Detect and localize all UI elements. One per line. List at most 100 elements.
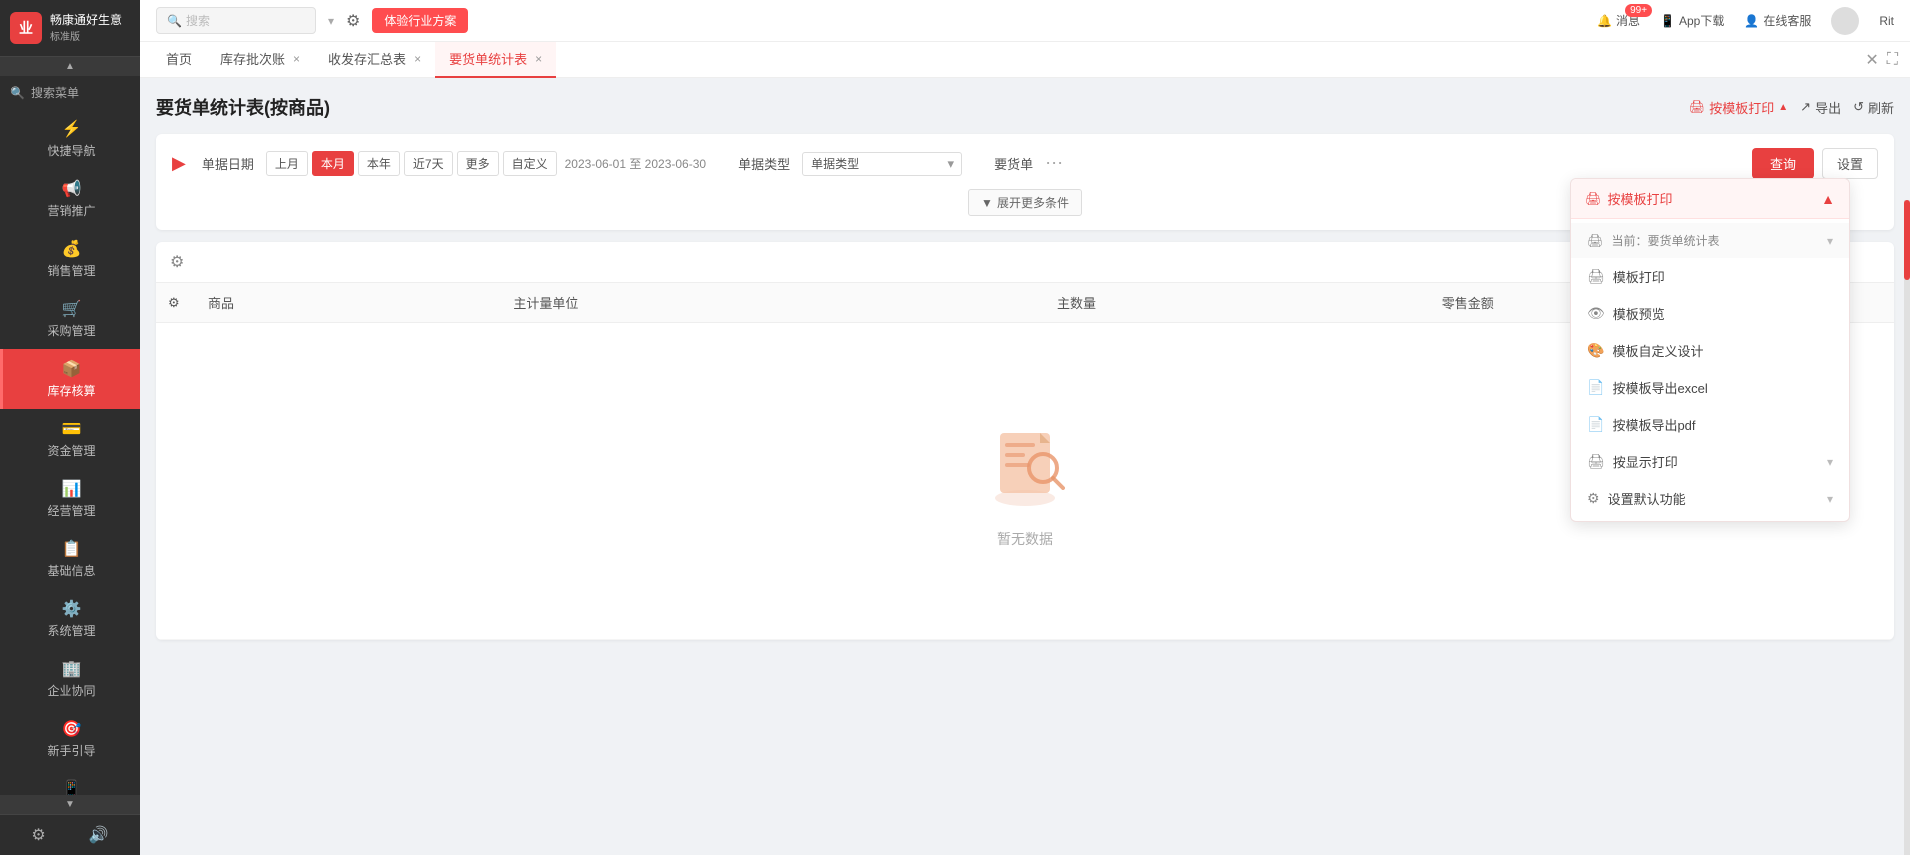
order-type-select[interactable]: 单据类型	[802, 152, 962, 176]
tab-close-order-stats[interactable]: ×	[535, 52, 542, 66]
tab-batch-account[interactable]: 库存批次账 ×	[206, 42, 314, 78]
template-pdf-item[interactable]: 📄 按模板导出pdf	[1571, 406, 1849, 443]
nav-icon-inventory: 📦	[62, 359, 82, 379]
template-preview-item[interactable]: 👁 模板预览	[1571, 295, 1849, 332]
order-goods-label: 要货单	[994, 154, 1033, 173]
sidebar-item-sales[interactable]: 💰 销售管理	[0, 229, 140, 289]
download-icon: 📱	[1660, 14, 1675, 28]
search-icon: 🔍	[10, 86, 25, 100]
topbar: 🔍 搜索 ▾ ⚙ 体验行业方案 🔔 消息 99+ 📱 App下载 👤 在线客服 …	[140, 0, 1910, 42]
nav-icon-system: ⚙️	[62, 599, 82, 619]
tab-home[interactable]: 首页	[152, 42, 206, 78]
user-name: Rit	[1879, 14, 1894, 28]
col-settings[interactable]: ⚙	[156, 283, 196, 323]
topbar-search-box[interactable]: 🔍 搜索	[156, 7, 316, 34]
sidebar-item-inventory[interactable]: 📦 库存核算	[0, 349, 140, 409]
display-print-item[interactable]: 🖨 按显示打印 ▾	[1571, 443, 1849, 480]
print-dropdown-close-button[interactable]: ▲	[1821, 191, 1835, 207]
expand-more-button[interactable]: ▼ 展开更多条件	[968, 189, 1082, 216]
topbar-gear-icon[interactable]: ⚙	[346, 11, 360, 31]
template-custom-icon: 🎨	[1587, 342, 1604, 359]
default-func-icon: ⚙	[1587, 490, 1600, 507]
order-goods-info-icon[interactable]: ⋯	[1045, 153, 1063, 174]
app-logo-icon: 业	[10, 12, 42, 44]
right-scrollbar[interactable]	[1904, 200, 1910, 855]
refresh-button[interactable]: ↺ 刷新	[1853, 98, 1894, 117]
search-icon: 🔍	[167, 14, 182, 28]
refresh-icon: ↺	[1853, 99, 1864, 115]
tab-expand-icon[interactable]: ⛶	[1887, 51, 1898, 69]
filter-expand-icon[interactable]: ▶	[172, 153, 186, 174]
sidebar-scroll-down[interactable]: ▼	[0, 795, 140, 814]
template-custom-item[interactable]: 🎨 模板自定义设计	[1571, 332, 1849, 369]
tab-close-receipt-summary[interactable]: ×	[414, 52, 421, 66]
nav-icon-app-center: 📱	[62, 779, 82, 795]
app-download-button[interactable]: 📱 App下载	[1660, 12, 1724, 29]
date-btn-last-7[interactable]: 近7天	[404, 151, 453, 176]
tab-close-batch-account[interactable]: ×	[293, 52, 300, 66]
tab-receipt-summary[interactable]: 收发存汇总表 ×	[314, 42, 435, 78]
online-service-button[interactable]: 👤 在线客服	[1744, 12, 1811, 29]
printer-header-icon: 🖨	[1585, 191, 1602, 207]
sidebar-item-finance[interactable]: 💳 资金管理	[0, 409, 140, 469]
table-settings-icon[interactable]: ⚙	[170, 252, 184, 272]
print-button[interactable]: 🖨 按模板打印 ▲	[1689, 98, 1788, 117]
sidebar-item-basic-info[interactable]: 📋 基础信息	[0, 529, 140, 589]
print-dropdown-header: 🖨 按模板打印 ▲	[1571, 179, 1849, 219]
sidebar-item-system[interactable]: ⚙️ 系统管理	[0, 589, 140, 649]
page-actions: 🖨 按模板打印 ▲ ↗ 导出 ↺ 刷新	[1689, 98, 1894, 117]
printer-icon: 🖨	[1689, 99, 1706, 115]
sidebar-item-purchase[interactable]: 🛒 采购管理	[0, 289, 140, 349]
date-label: 单据日期	[202, 154, 254, 173]
notifications-button[interactable]: 🔔 消息 99+	[1597, 12, 1640, 29]
date-nav: 上月 本月 本年 近7天 更多 自定义 2023-06-01 至 2023-06…	[266, 151, 706, 176]
sidebar-item-marketing[interactable]: 📢 营销推广	[0, 169, 140, 229]
tab-close-all-icon[interactable]: ✕	[1865, 50, 1878, 70]
sidebar-search-button[interactable]: 🔍 搜索菜单	[0, 76, 140, 109]
current-template-icon: 🖨	[1587, 233, 1604, 249]
template-print-item[interactable]: 🖨 模板打印	[1571, 258, 1849, 295]
default-func-item[interactable]: ⚙ 设置默认功能 ▾	[1571, 480, 1849, 517]
current-template-item[interactable]: 🖨 当前：要货单统计表 ▾	[1571, 223, 1849, 258]
export-button[interactable]: ↗ 导出	[1800, 98, 1841, 117]
page-header: 要货单统计表(按商品) 🖨 按模板打印 ▲ ↗ 导出 ↺ 刷新	[156, 94, 1894, 120]
promo-button[interactable]: 体验行业方案	[372, 8, 468, 33]
date-btn-last-month[interactable]: 上月	[266, 151, 308, 176]
query-button[interactable]: 查询	[1752, 148, 1814, 179]
avatar[interactable]	[1831, 7, 1859, 35]
nav-icon-basic-info: 📋	[62, 539, 82, 559]
sidebar-item-operations[interactable]: 📊 经营管理	[0, 469, 140, 529]
order-type-label: 单据类型	[738, 154, 790, 173]
template-pdf-icon: 📄	[1587, 416, 1604, 433]
settings-button[interactable]: 设置	[1822, 148, 1878, 179]
settings-icon[interactable]: ⚙	[31, 825, 45, 845]
sidebar-item-app-center[interactable]: 📱 应用中心	[0, 769, 140, 795]
date-btn-custom[interactable]: 自定义	[503, 151, 557, 176]
page-content: 要货单统计表(按商品) 🖨 按模板打印 ▲ ↗ 导出 ↺ 刷新	[140, 78, 1910, 855]
tab-order-stats[interactable]: 要货单统计表 ×	[435, 42, 556, 78]
print-dropdown-title: 🖨 按模板打印	[1585, 189, 1673, 208]
search-dropdown-icon[interactable]: ▾	[328, 14, 334, 28]
sidebar-item-quick-nav[interactable]: ⚡ 快捷导航	[0, 109, 140, 169]
export-icon: ↗	[1800, 99, 1811, 115]
sidebar-item-enterprise[interactable]: 🏢 企业协同	[0, 649, 140, 709]
date-btn-more[interactable]: 更多	[457, 151, 499, 176]
volume-icon[interactable]: 🔊	[89, 825, 109, 845]
col-goods: 商品	[196, 283, 501, 323]
tabbar: 首页 库存批次账 × 收发存汇总表 × 要货单统计表 × ✕ ⛶	[140, 42, 1910, 78]
nav-icon-operations: 📊	[62, 479, 82, 499]
template-excel-item[interactable]: 📄 按模板导出excel	[1571, 369, 1849, 406]
sidebar-item-guide[interactable]: 🎯 新手引导	[0, 709, 140, 769]
print-chevron-up-icon: ▲	[1778, 102, 1788, 113]
nav-icon-sales: 💰	[62, 239, 82, 259]
sidebar-scroll-up[interactable]: ▲	[0, 57, 140, 76]
date-btn-this-year[interactable]: 本年	[358, 151, 400, 176]
nav-icon-finance: 💳	[62, 419, 82, 439]
scrollbar-thumb[interactable]	[1904, 200, 1910, 280]
topbar-right-actions: 🔔 消息 99+ 📱 App下载 👤 在线客服 Rit	[1597, 7, 1894, 35]
col-unit: 主计量单位	[501, 283, 1045, 323]
empty-state-illustration	[975, 413, 1075, 513]
date-btn-this-month[interactable]: 本月	[312, 151, 354, 176]
template-preview-icon: 👁	[1587, 305, 1605, 322]
display-print-icon: 🖨	[1587, 453, 1605, 470]
